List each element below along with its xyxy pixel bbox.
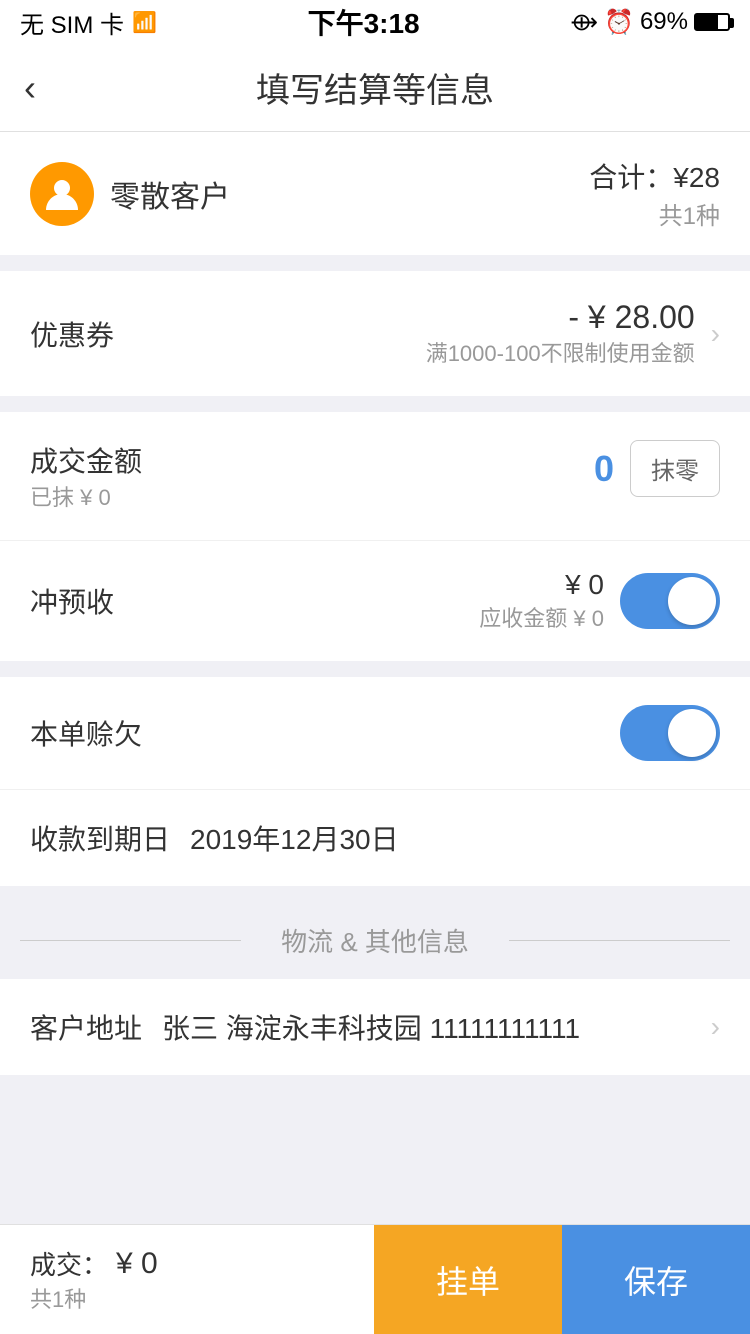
address-label: 客户地址 xyxy=(30,1007,142,1047)
total-amount: 合计：¥28 xyxy=(589,156,720,196)
debt-section: 本单赊欠 收款到期日 2019年12月30日 xyxy=(0,677,750,886)
hangup-button[interactable]: 挂单 xyxy=(374,1225,562,1334)
debt-toggle[interactable] xyxy=(620,705,720,761)
coupon-value: - ¥ 28.00 xyxy=(426,299,695,336)
prepay-row: 冲预收 ¥ 0 应收金额 ¥ 0 xyxy=(0,541,750,661)
transaction-row: 成交金额 已抹 ¥ 0 0 抹零 xyxy=(0,412,750,541)
coupon-label: 优惠券 xyxy=(30,314,114,354)
battery-percent: 69% xyxy=(640,8,688,36)
divider-line-right xyxy=(509,940,730,941)
prepay-main-amount: ¥ 0 xyxy=(479,569,604,601)
logistics-label: 物流 & 其他信息 xyxy=(281,922,469,959)
customer-left: 零散客户 xyxy=(30,162,230,226)
location-icon: ⟴ xyxy=(570,8,598,37)
customer-row: 零散客户 合计：¥28 共1种 xyxy=(0,132,750,255)
transaction-rounded: 已抹 ¥ 0 xyxy=(30,480,142,512)
transaction-amount: 0 xyxy=(594,448,614,490)
status-time: 下午3:18 xyxy=(308,2,420,42)
prepay-amounts: ¥ 0 应收金额 ¥ 0 xyxy=(479,569,604,633)
coupon-section: 优惠券 - ¥ 28.00 满1000-100不限制使用金额 › xyxy=(0,271,750,396)
logistics-divider: 物流 & 其他信息 xyxy=(0,902,750,979)
alarm-icon: ⏰ xyxy=(604,8,634,37)
coupon-hint: 满1000-100不限制使用金额 xyxy=(426,336,695,368)
address-chevron-icon: › xyxy=(711,1011,720,1043)
round-button[interactable]: 抹零 xyxy=(630,440,720,497)
avatar-icon xyxy=(42,174,82,214)
bottom-bar: 成交： ¥ 0 共1种 挂单 保存 xyxy=(0,1224,750,1334)
transaction-label: 成交金额 xyxy=(30,446,142,477)
due-date-label: 收款到期日 xyxy=(30,818,170,858)
coupon-value-block: - ¥ 28.00 满1000-100不限制使用金额 xyxy=(426,299,695,368)
debt-row: 本单赊欠 xyxy=(0,677,750,789)
customer-section: 零散客户 合计：¥28 共1种 xyxy=(0,132,750,255)
debt-label: 本单赊欠 xyxy=(30,713,142,753)
coupon-row[interactable]: 优惠券 - ¥ 28.00 满1000-100不限制使用金额 › xyxy=(0,271,750,396)
deal-label: 成交： xyxy=(30,1245,108,1282)
status-bar: 无 SIM 卡 📶 下午3:18 ⟴ ⏰ 69% xyxy=(0,0,750,44)
content: 零散客户 合计：¥28 共1种 优惠券 - ¥ 28.00 满1000-100不… xyxy=(0,132,750,1195)
coupon-right: - ¥ 28.00 满1000-100不限制使用金额 › xyxy=(426,299,720,368)
address-section: 客户地址 张三 海淀永丰科技园 11111111111 › xyxy=(0,979,750,1075)
total-count: 共1种 xyxy=(589,196,720,231)
due-date-value: 2019年12月30日 xyxy=(190,818,399,858)
address-row[interactable]: 客户地址 张三 海淀永丰科技园 11111111111 › xyxy=(0,979,750,1075)
due-date-row: 收款到期日 2019年12月30日 xyxy=(0,789,750,886)
prepay-right: ¥ 0 应收金额 ¥ 0 xyxy=(479,569,720,633)
deal-amount: ¥ 0 xyxy=(116,1247,158,1281)
customer-total: 合计：¥28 共1种 xyxy=(589,156,720,231)
bottom-info: 成交： ¥ 0 共1种 xyxy=(0,1245,374,1314)
prepay-toggle[interactable] xyxy=(620,573,720,629)
prepay-sub-amount: 应收金额 ¥ 0 xyxy=(479,601,604,633)
customer-name: 零散客户 xyxy=(110,172,230,216)
deal-count: 共1种 xyxy=(30,1282,344,1314)
transaction-section: 成交金额 已抹 ¥ 0 0 抹零 冲预收 ¥ 0 应收金额 ¥ 0 xyxy=(0,412,750,661)
status-right: ⟴ ⏰ 69% xyxy=(570,8,730,37)
chevron-right-icon: › xyxy=(711,318,720,350)
back-button[interactable]: ‹ xyxy=(24,67,36,109)
transaction-right: 0 抹零 xyxy=(594,440,720,497)
transaction-label-block: 成交金额 已抹 ¥ 0 xyxy=(30,440,142,512)
sim-status: 无 SIM 卡 xyxy=(20,5,124,40)
status-left: 无 SIM 卡 📶 xyxy=(20,5,157,40)
battery-icon xyxy=(694,13,730,31)
save-button[interactable]: 保存 xyxy=(562,1225,750,1334)
avatar xyxy=(30,162,94,226)
prepay-label: 冲预收 xyxy=(30,581,114,621)
page-title: 填写结算等信息 xyxy=(256,63,494,112)
bottom-deal: 成交： ¥ 0 xyxy=(30,1245,344,1282)
divider-line-left xyxy=(20,940,241,941)
address-value: 张三 海淀永丰科技园 11111111111 xyxy=(162,1007,711,1047)
nav-bar: ‹ 填写结算等信息 xyxy=(0,44,750,132)
wifi-icon: 📶 xyxy=(132,10,157,35)
